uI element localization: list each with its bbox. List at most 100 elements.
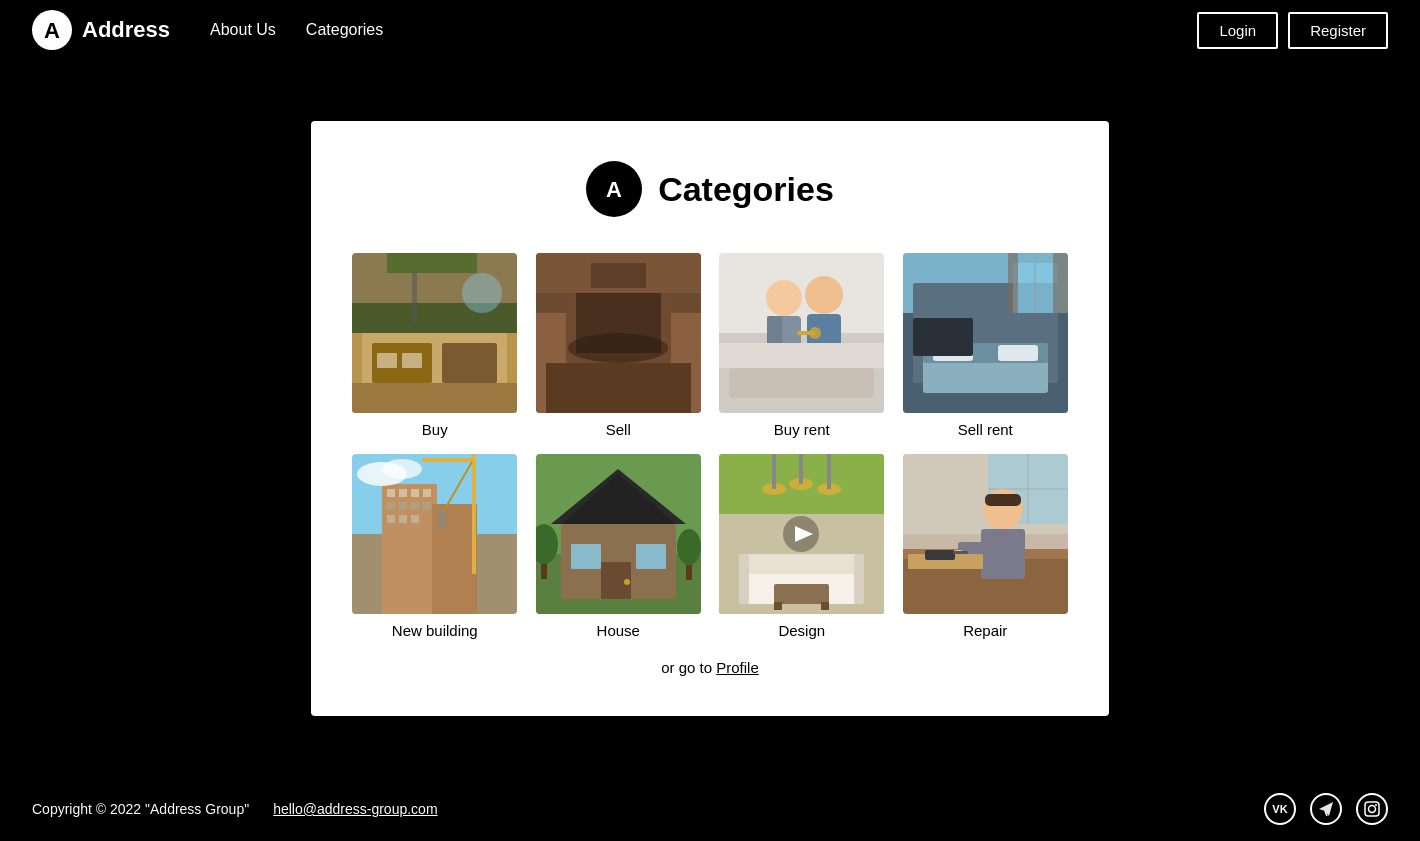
category-image-buy: [352, 253, 517, 413]
category-image-repair: [903, 454, 1068, 614]
logo-icon: A: [32, 10, 72, 50]
svg-rect-88: [854, 554, 864, 604]
svg-point-25: [766, 280, 802, 316]
category-label-repair: Repair: [963, 622, 1007, 639]
svg-point-119: [1369, 806, 1376, 813]
category-item-newbuilding[interactable]: New building: [351, 454, 519, 639]
footer-left: Copyright © 2022 "Address Group" hello@a…: [32, 801, 438, 817]
svg-point-12: [462, 273, 502, 313]
footer: Copyright © 2022 "Address Group" hello@a…: [0, 777, 1420, 841]
svg-rect-97: [827, 454, 831, 489]
svg-rect-54: [423, 489, 431, 497]
nav-buttons: Login Register: [1197, 12, 1388, 49]
navbar: A Address About Us Categories Login Regi…: [0, 0, 1420, 60]
footer-email[interactable]: hello@address-group.com: [273, 801, 437, 817]
svg-point-76: [624, 579, 630, 585]
svg-rect-44: [913, 318, 973, 356]
svg-rect-87: [739, 554, 749, 604]
svg-rect-108: [985, 494, 1021, 506]
svg-rect-22: [591, 263, 646, 288]
svg-rect-41: [998, 345, 1038, 361]
svg-rect-32: [729, 368, 874, 398]
footer-copyright: Copyright © 2022 "Address Group": [32, 801, 249, 817]
svg-rect-60: [399, 515, 407, 523]
category-item-buyrent[interactable]: Buy rent: [718, 253, 886, 438]
svg-rect-114: [953, 551, 968, 554]
svg-text:VK: VK: [1272, 803, 1287, 815]
svg-rect-95: [799, 454, 803, 484]
svg-rect-14: [387, 253, 477, 273]
category-item-repair[interactable]: Repair: [902, 454, 1070, 639]
svg-rect-59: [387, 515, 395, 523]
category-label-buyrent: Buy rent: [774, 421, 830, 438]
category-image-design: [719, 454, 884, 614]
panel-header: A Categories: [351, 161, 1069, 217]
svg-rect-10: [402, 353, 422, 368]
category-item-sell[interactable]: Sell: [535, 253, 703, 438]
svg-point-20: [568, 333, 668, 363]
svg-rect-91: [821, 602, 829, 610]
svg-rect-52: [399, 489, 407, 497]
profile-link[interactable]: Profile: [716, 659, 759, 676]
login-button[interactable]: Login: [1197, 12, 1278, 49]
nav-links: About Us Categories: [210, 21, 1197, 39]
category-image-house: [536, 454, 701, 614]
svg-rect-53: [411, 489, 419, 497]
svg-point-67: [382, 459, 422, 479]
svg-point-31: [809, 327, 821, 339]
category-image-sellrent: [903, 253, 1068, 413]
instagram-icon[interactable]: [1356, 793, 1388, 825]
profile-text: or go to: [661, 659, 712, 676]
category-item-design[interactable]: Design: [718, 454, 886, 639]
svg-rect-11: [352, 383, 517, 413]
panel-title: Categories: [658, 170, 834, 209]
svg-rect-118: [1365, 802, 1379, 816]
svg-text:A: A: [606, 177, 622, 202]
vk-icon[interactable]: VK: [1264, 793, 1296, 825]
svg-rect-33: [719, 343, 884, 368]
category-image-buyrent: [719, 253, 884, 413]
svg-point-80: [677, 529, 701, 565]
svg-rect-56: [399, 502, 407, 510]
svg-text:A: A: [44, 18, 60, 43]
svg-rect-86: [739, 554, 864, 574]
category-item-sellrent[interactable]: Sell rent: [902, 253, 1070, 438]
svg-rect-63: [422, 458, 476, 462]
svg-rect-13: [412, 273, 417, 323]
category-image-sell: [536, 253, 701, 413]
svg-rect-18: [546, 363, 691, 413]
register-button[interactable]: Register: [1288, 12, 1388, 49]
svg-rect-74: [636, 544, 666, 569]
svg-rect-55: [387, 502, 395, 510]
footer-social-icons: VK: [1264, 793, 1388, 825]
categories-panel: A Categories: [311, 121, 1109, 716]
logo-link[interactable]: A Address: [32, 10, 170, 50]
svg-point-120: [1375, 804, 1377, 806]
svg-point-28: [805, 276, 843, 314]
category-label-house: House: [597, 622, 640, 639]
category-label-buy: Buy: [422, 421, 448, 438]
svg-rect-61: [411, 515, 419, 523]
profile-link-row: or go to Profile: [351, 659, 1069, 676]
svg-rect-58: [423, 502, 431, 510]
svg-rect-9: [377, 353, 397, 368]
svg-rect-8: [442, 343, 497, 383]
svg-rect-57: [411, 502, 419, 510]
svg-rect-93: [772, 454, 776, 489]
svg-rect-113: [925, 550, 955, 560]
category-item-buy[interactable]: Buy: [351, 253, 519, 438]
category-label-design: Design: [778, 622, 825, 639]
telegram-icon[interactable]: [1310, 793, 1342, 825]
category-label-sellrent: Sell rent: [958, 421, 1013, 438]
category-label-newbuilding: New building: [392, 622, 478, 639]
svg-rect-62: [472, 454, 476, 574]
svg-rect-90: [774, 602, 782, 610]
svg-rect-51: [387, 489, 395, 497]
svg-rect-73: [571, 544, 601, 569]
category-item-house[interactable]: House: [535, 454, 703, 639]
nav-about-us[interactable]: About Us: [210, 21, 276, 39]
nav-categories[interactable]: Categories: [306, 21, 383, 39]
svg-rect-45: [1008, 253, 1018, 313]
main-content: A Categories: [0, 60, 1420, 777]
category-label-sell: Sell: [606, 421, 631, 438]
